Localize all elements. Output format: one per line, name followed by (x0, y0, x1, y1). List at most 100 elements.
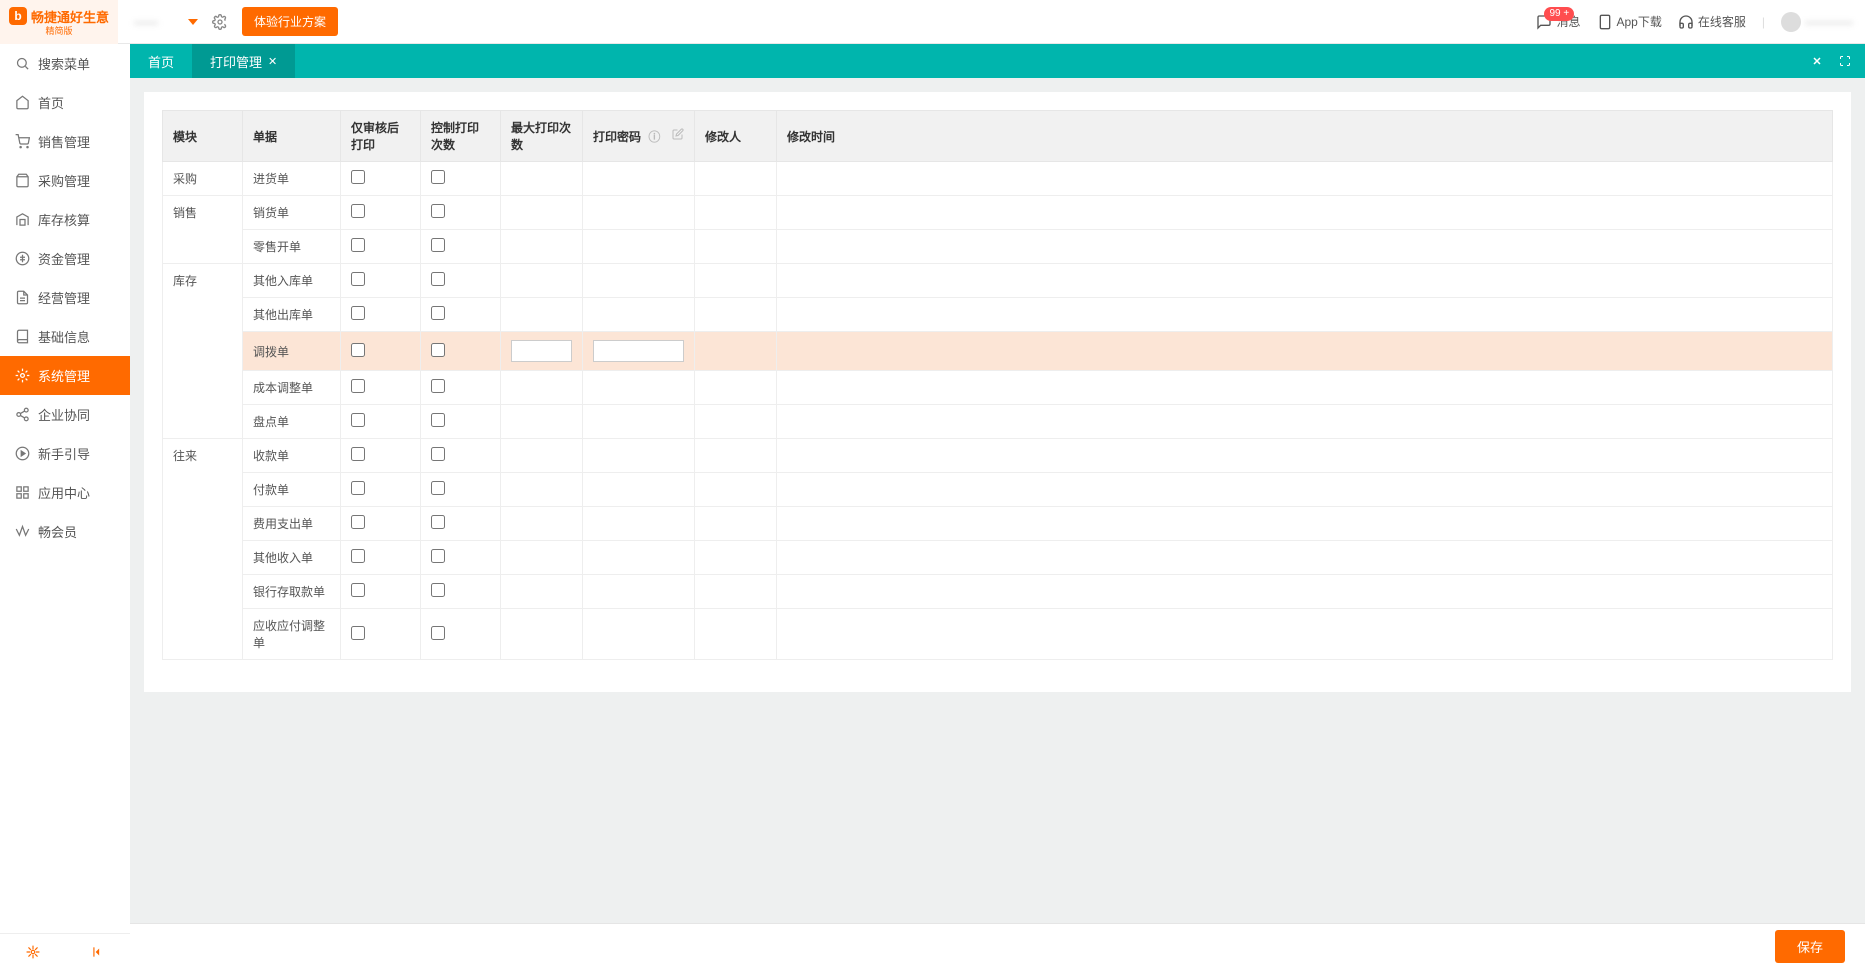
pwd-cell (583, 575, 695, 609)
count-checkbox[interactable] (431, 515, 445, 529)
time-cell (777, 162, 1833, 196)
count-checkbox[interactable] (431, 549, 445, 563)
sidebar-item-9[interactable]: 企业协同 (0, 395, 130, 434)
audit-checkbox[interactable] (351, 515, 365, 529)
max-cell (501, 264, 583, 298)
max-cell (501, 507, 583, 541)
avatar-icon (1781, 12, 1801, 32)
audit-checkbox[interactable] (351, 306, 365, 320)
audit-checkbox[interactable] (351, 204, 365, 218)
time-cell (777, 371, 1833, 405)
help-icon[interactable]: ⓘ (648, 130, 660, 144)
expand-icon (1839, 55, 1851, 67)
sidebar-item-8[interactable]: 系统管理 (0, 356, 130, 395)
company-selector[interactable]: —— (134, 15, 158, 29)
tab-1[interactable]: 打印管理✕ (192, 44, 295, 78)
audit-checkbox[interactable] (351, 413, 365, 427)
modifier-cell (695, 405, 777, 439)
gear-icon (26, 945, 40, 959)
sidebar-item-4[interactable]: 库存核算 (0, 200, 130, 239)
pwd-cell (583, 439, 695, 473)
count-checkbox[interactable] (431, 413, 445, 427)
audit-checkbox[interactable] (351, 379, 365, 393)
sidebar-item-3[interactable]: 采购管理 (0, 161, 130, 200)
customer-service-button[interactable]: 在线客服 (1678, 13, 1746, 30)
max-input[interactable] (511, 340, 572, 362)
max-cell (501, 196, 583, 230)
count-checkbox[interactable] (431, 583, 445, 597)
audit-checkbox[interactable] (351, 583, 365, 597)
count-checkbox[interactable] (431, 481, 445, 495)
sidebar-item-2[interactable]: 销售管理 (0, 122, 130, 161)
audit-checkbox[interactable] (351, 170, 365, 184)
count-checkbox[interactable] (431, 343, 445, 357)
bag-icon (14, 173, 30, 189)
cta-button[interactable]: 体验行业方案 (242, 7, 338, 36)
count-checkbox[interactable] (431, 170, 445, 184)
audit-checkbox[interactable] (351, 481, 365, 495)
sidebar-item-12[interactable]: 畅会员 (0, 512, 130, 551)
messages-button[interactable]: 99 + 消息 (1536, 13, 1580, 30)
sidebar-item-5[interactable]: 资金管理 (0, 239, 130, 278)
audit-checkbox[interactable] (351, 447, 365, 461)
tab-close-all-button[interactable] (1807, 51, 1827, 71)
sidebar-item-6[interactable]: 经营管理 (0, 278, 130, 317)
pwd-cell (583, 371, 695, 405)
pwd-cell (583, 541, 695, 575)
app-download-label: App下载 (1617, 13, 1662, 30)
chevron-down-icon[interactable] (188, 19, 198, 25)
logo[interactable]: b 畅捷通好生意 精简版 (0, 0, 118, 44)
table-row: 销售销货单 (163, 196, 1833, 230)
audit-checkbox[interactable] (351, 238, 365, 252)
count-checkbox[interactable] (431, 447, 445, 461)
sidebar-item-7[interactable]: 基础信息 (0, 317, 130, 356)
count-checkbox[interactable] (431, 204, 445, 218)
sidebar-item-0[interactable]: 搜索菜单 (0, 44, 130, 83)
tab-0[interactable]: 首页 (130, 44, 192, 78)
pwd-input[interactable] (593, 340, 684, 362)
table-row: 盘点单 (163, 405, 1833, 439)
modifier-cell (695, 507, 777, 541)
app-download-button[interactable]: App下载 (1597, 13, 1662, 30)
time-cell (777, 541, 1833, 575)
mobile-icon (1597, 14, 1613, 30)
max-cell (501, 541, 583, 575)
doc-cell: 收款单 (243, 439, 341, 473)
count-checkbox[interactable] (431, 238, 445, 252)
settings-button[interactable] (212, 14, 228, 30)
audit-checkbox[interactable] (351, 343, 365, 357)
edit-icon[interactable] (672, 128, 684, 140)
max-cell (501, 162, 583, 196)
audit-checkbox[interactable] (351, 626, 365, 640)
sidebar-settings-button[interactable] (26, 945, 40, 959)
sidebar-collapse-button[interactable] (91, 945, 105, 959)
modifier-cell (695, 609, 777, 660)
count-checkbox[interactable] (431, 306, 445, 320)
doc-icon (14, 290, 30, 306)
count-checkbox[interactable] (431, 626, 445, 640)
sidebar-item-1[interactable]: 首页 (0, 83, 130, 122)
tab-close-button[interactable]: ✕ (268, 55, 277, 68)
separator: | (1762, 15, 1765, 29)
sidebar-item-10[interactable]: 新手引导 (0, 434, 130, 473)
save-button[interactable]: 保存 (1775, 930, 1845, 963)
sidebar-item-label: 畅会员 (38, 522, 77, 541)
th-password-label: 打印密码 (593, 130, 641, 144)
audit-cell (341, 439, 421, 473)
count-checkbox[interactable] (431, 379, 445, 393)
book-icon (14, 329, 30, 345)
max-cell (501, 298, 583, 332)
module-cell: 库存 (163, 264, 243, 439)
count-cell (421, 405, 501, 439)
audit-checkbox[interactable] (351, 549, 365, 563)
audit-checkbox[interactable] (351, 272, 365, 286)
sidebar-item-11[interactable]: 应用中心 (0, 473, 130, 512)
count-checkbox[interactable] (431, 272, 445, 286)
tab-fullscreen-button[interactable] (1835, 51, 1855, 71)
modifier-cell (695, 264, 777, 298)
max-cell (501, 609, 583, 660)
table-row: 往来收款单 (163, 439, 1833, 473)
user-menu[interactable]: ———— (1781, 12, 1853, 32)
table-row: 其他收入单 (163, 541, 1833, 575)
count-cell (421, 298, 501, 332)
